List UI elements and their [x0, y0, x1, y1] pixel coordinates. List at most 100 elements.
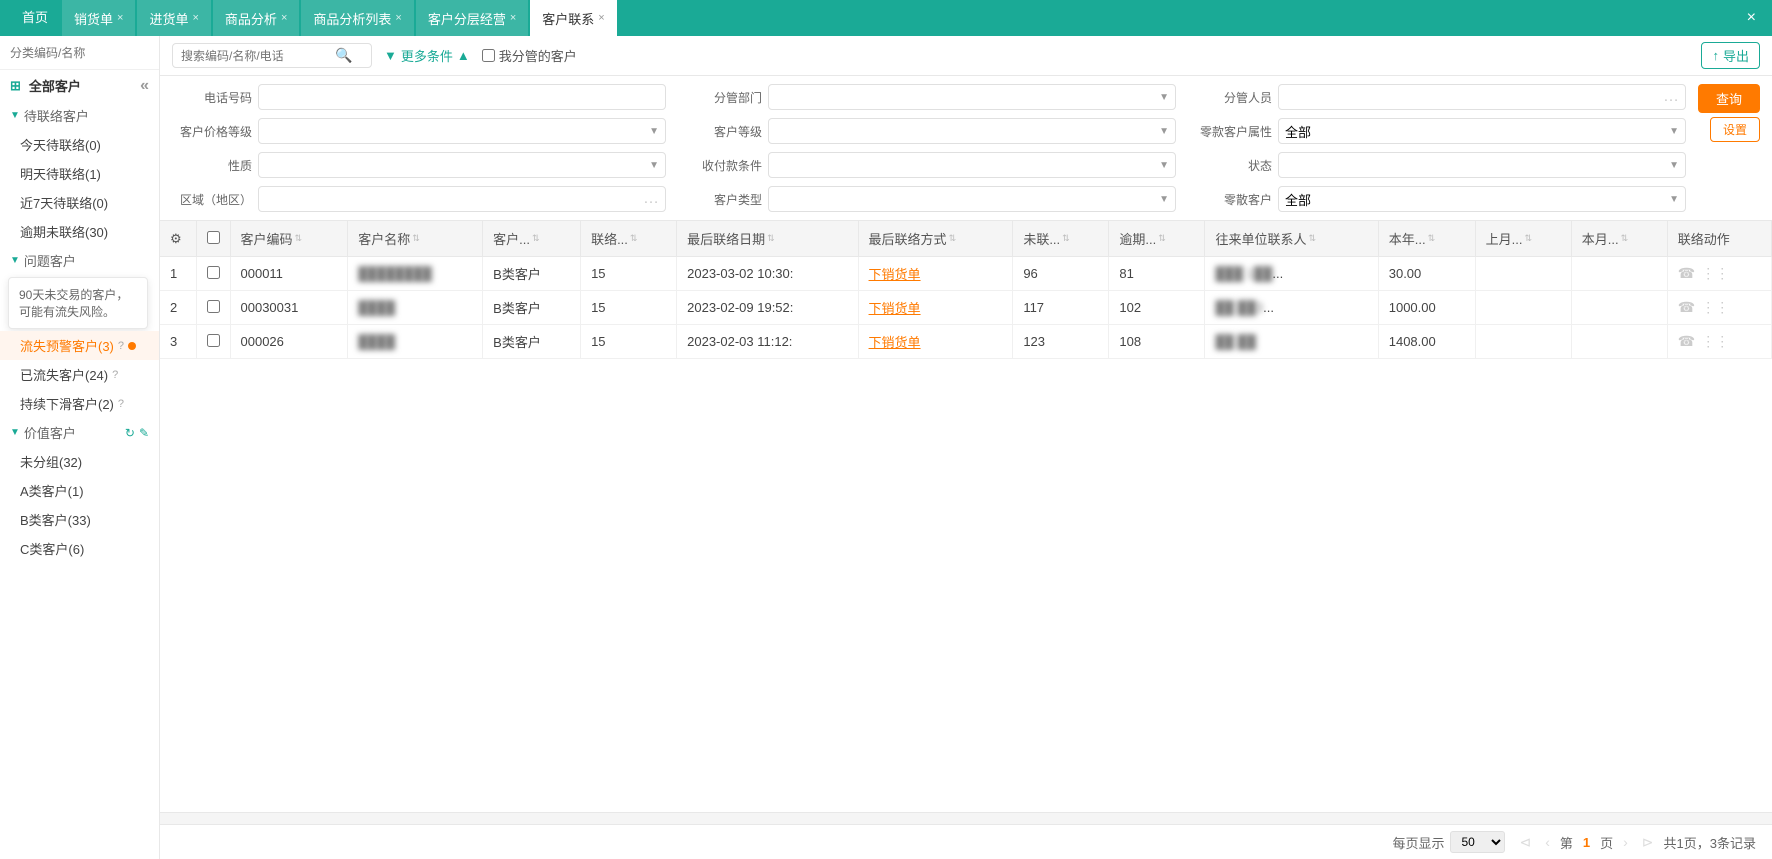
group-pending-contact[interactable]: ▼ 待联络客户: [0, 101, 159, 130]
select-all-checkbox[interactable]: [207, 231, 220, 244]
question-icon: ?: [118, 398, 124, 410]
sidebar-item-week-contact[interactable]: 近7天待联络(0): [0, 188, 159, 217]
tab-customer-segment[interactable]: 客户分层经营 ×: [416, 0, 528, 36]
sidebar-item-tomorrow-contact[interactable]: 明天待联络(1): [0, 159, 159, 188]
sidebar-item-overdue-contact[interactable]: 逾期未联络(30): [0, 217, 159, 246]
action-icon-more[interactable]: ⋮⋮: [1701, 299, 1729, 316]
horizontal-scrollbar[interactable]: [160, 812, 1772, 824]
th-contact-person[interactable]: 往来单位联系人⇅: [1205, 221, 1378, 257]
close-icon[interactable]: ×: [598, 12, 604, 24]
status-select[interactable]: ▼: [1278, 152, 1686, 178]
first-page-button[interactable]: ⊲: [1515, 832, 1535, 853]
td-last-method[interactable]: 下销货单: [858, 257, 1013, 291]
td-overdue: 81: [1109, 257, 1205, 291]
person-select[interactable]: …: [1278, 84, 1686, 110]
tab-purchaseorder[interactable]: 进货单 ×: [137, 0, 210, 36]
next-page-button[interactable]: ›: [1619, 832, 1632, 852]
export-button[interactable]: ↑ 导出: [1701, 42, 1760, 69]
refresh-icon[interactable]: ↻: [125, 426, 135, 440]
sidebar-item-c-class[interactable]: C类客户(6): [0, 534, 159, 563]
action-icon-more[interactable]: ⋮⋮: [1701, 265, 1729, 282]
action-icon-phone[interactable]: ☎: [1678, 299, 1695, 316]
zero-cust-select[interactable]: 全部 ▼: [1278, 186, 1686, 212]
sidebar-item-declining[interactable]: 持续下滑客户(2) ?: [0, 389, 159, 418]
row-checkbox[interactable]: [207, 300, 220, 313]
settings-button[interactable]: 设置: [1710, 117, 1760, 142]
th-last-month[interactable]: 上月...⇅: [1475, 221, 1571, 257]
sidebar-search-input[interactable]: [10, 46, 160, 60]
group-problem-customers[interactable]: ▼ 问题客户: [0, 246, 159, 275]
my-customers-checkbox[interactable]: [482, 49, 495, 62]
cust-level-select[interactable]: ▼: [768, 118, 1176, 144]
gender-select[interactable]: ▼: [258, 152, 666, 178]
chevron-down-icon: ▼: [649, 160, 659, 171]
th-last-method[interactable]: 最后联络方式⇅: [858, 221, 1013, 257]
phone-input[interactable]: [258, 84, 666, 110]
th-type[interactable]: 客户...⇅: [483, 221, 581, 257]
top-nav: 首页 销货单 × 进货单 × 商品分析 × 商品分析列表 × 客户分层经营 × …: [0, 0, 1772, 36]
th-uncontacted[interactable]: 未联...⇅: [1013, 221, 1109, 257]
th-last-date[interactable]: 最后联络日期⇅: [677, 221, 858, 257]
th-contact-count[interactable]: 联络...⇅: [581, 221, 677, 257]
window-close-button[interactable]: ×: [1739, 9, 1764, 27]
advanced-filter-panel: 电话号码 分管部门 ▼ 分管人员 …: [160, 76, 1772, 221]
filter-cust-type: 客户类型 ▼: [682, 186, 1176, 212]
close-icon[interactable]: ×: [510, 12, 516, 24]
dept-select[interactable]: ▼: [768, 84, 1176, 110]
cust-type-select[interactable]: ▼: [768, 186, 1176, 212]
payment-select[interactable]: ▼: [768, 152, 1176, 178]
th-code[interactable]: 客户编码⇅: [230, 221, 348, 257]
group-value-customers[interactable]: ▼ 价值客户 ↻ ✎: [0, 418, 159, 447]
td-last-date: 2023-02-03 11:12:: [677, 325, 858, 359]
main-layout: 🔍 ⊞ 全部客户 « ▼ 待联络客户 今天待联络(0) 明天待联络(1) 近7天…: [0, 36, 1772, 859]
last-page-button[interactable]: ⊳: [1638, 832, 1658, 853]
th-name[interactable]: 客户名称⇅: [348, 221, 483, 257]
tab-product-analysis-list[interactable]: 商品分析列表 ×: [301, 0, 413, 36]
prev-page-button[interactable]: ‹: [1541, 832, 1554, 852]
search-input[interactable]: [181, 49, 331, 63]
close-icon[interactable]: ×: [281, 12, 287, 24]
close-icon[interactable]: ×: [192, 12, 198, 24]
td-last-method[interactable]: 下销货单: [858, 291, 1013, 325]
sidebar-item-b-class[interactable]: B类客户(33): [0, 505, 159, 534]
sidebar-item-a-class[interactable]: A类客户(1): [0, 476, 159, 505]
th-overdue[interactable]: 逾期...⇅: [1109, 221, 1205, 257]
nav-home[interactable]: 首页: [8, 0, 62, 36]
td-year-amount: 30.00: [1378, 257, 1475, 291]
action-icon-more[interactable]: ⋮⋮: [1701, 333, 1729, 350]
chevron-down-icon: ▼: [10, 427, 20, 438]
sidebar-item-today-contact[interactable]: 今天待联络(0): [0, 130, 159, 159]
query-button[interactable]: 查询: [1698, 84, 1760, 113]
sidebar-item-ungroup[interactable]: 未分组(32): [0, 447, 159, 476]
table-header-row: ⚙ 客户编码⇅ 客户名称⇅ 客户...⇅: [160, 221, 1772, 257]
more-conditions-button[interactable]: ▼ 更多条件 ▲: [384, 46, 470, 65]
td-last-method[interactable]: 下销货单: [858, 325, 1013, 359]
edit-icon[interactable]: ✎: [139, 426, 149, 440]
td-actions: ☎ ⋮⋮: [1667, 325, 1771, 359]
chevron-down-icon: ▼: [1669, 126, 1679, 137]
th-this-month[interactable]: 本月...⇅: [1571, 221, 1667, 257]
tab-salesorder[interactable]: 销货单 ×: [62, 0, 135, 36]
row-checkbox[interactable]: [207, 266, 220, 279]
close-icon[interactable]: ×: [395, 12, 401, 24]
action-icon-phone[interactable]: ☎: [1678, 333, 1695, 350]
all-customers-item[interactable]: ⊞ 全部客户 «: [0, 70, 159, 101]
zero-attr-select[interactable]: 全部 ▼: [1278, 118, 1686, 144]
data-table: ⚙ 客户编码⇅ 客户名称⇅ 客户...⇅: [160, 221, 1772, 359]
collapse-icon[interactable]: «: [140, 77, 149, 95]
td-name: ████: [348, 325, 483, 359]
action-icon-phone[interactable]: ☎: [1678, 265, 1695, 282]
page-size-select[interactable]: 50 100 200: [1450, 831, 1505, 853]
price-level-select[interactable]: ▼: [258, 118, 666, 144]
th-settings[interactable]: ⚙: [160, 221, 196, 257]
area-select[interactable]: …: [258, 186, 666, 212]
close-icon[interactable]: ×: [117, 12, 123, 24]
table-row: 3 000026 ████ B类客户 15 2023-02-03 11:12: …: [160, 325, 1772, 359]
sidebar-item-churned[interactable]: 已流失客户(24) ?: [0, 360, 159, 389]
sidebar-item-churn-warning[interactable]: 流失预警客户(3) ?: [0, 331, 159, 360]
th-year-amount[interactable]: 本年...⇅: [1378, 221, 1475, 257]
tab-product-analysis[interactable]: 商品分析 ×: [213, 0, 299, 36]
td-code: 000026: [230, 325, 348, 359]
row-checkbox[interactable]: [207, 334, 220, 347]
tab-customer-contact[interactable]: 客户联系 ×: [530, 0, 616, 36]
